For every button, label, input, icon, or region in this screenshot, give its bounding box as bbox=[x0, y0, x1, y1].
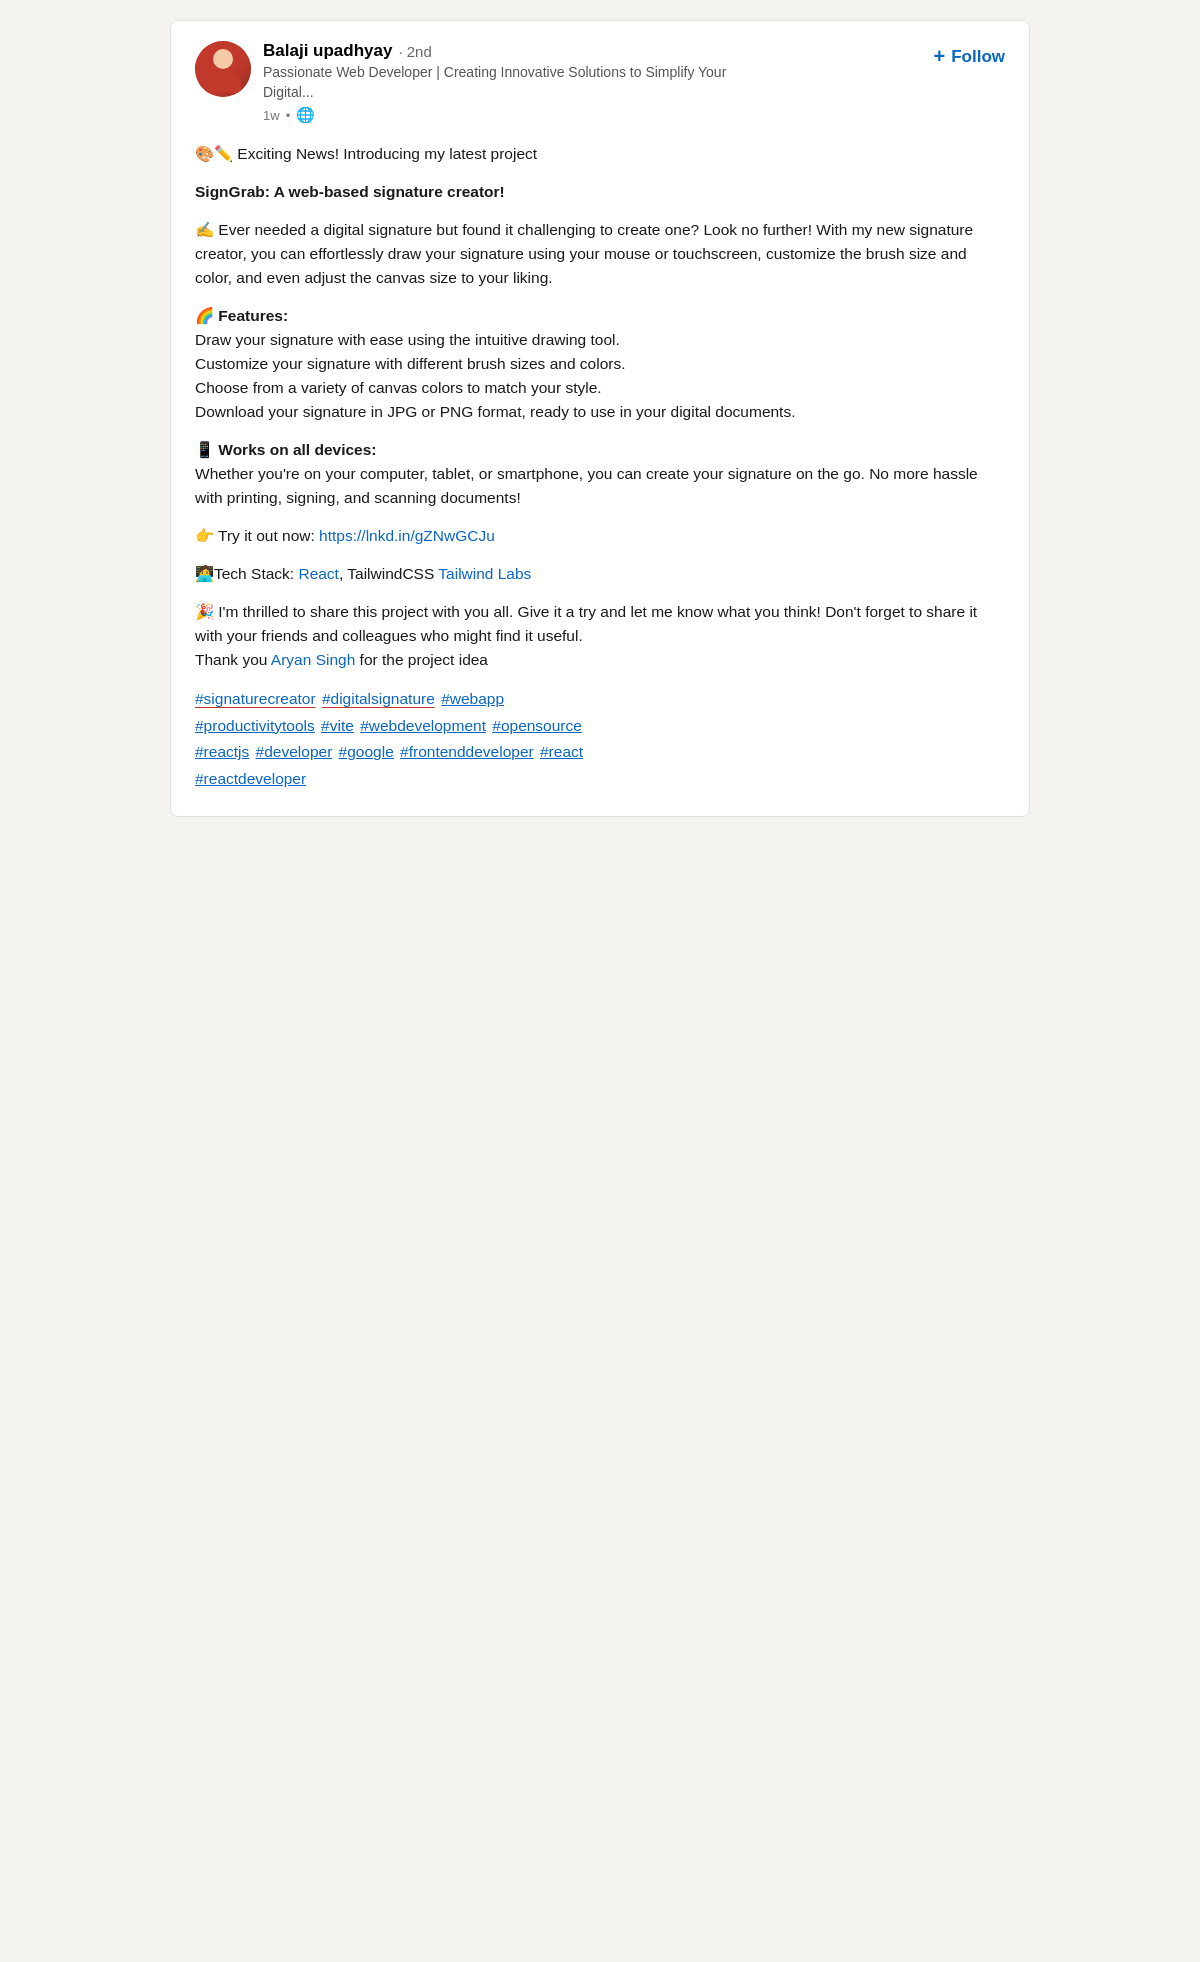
closing-text: 🎉 I'm thrilled to share this project wit… bbox=[195, 603, 977, 644]
user-headline: Passionate Web Developer | Creating Inno… bbox=[263, 63, 743, 102]
user-details: Balaji upadhyay · 2nd Passionate Web Dev… bbox=[263, 41, 743, 124]
devices-text: Whether you're on your computer, tablet,… bbox=[195, 465, 978, 506]
name-line: Balaji upadhyay · 2nd bbox=[263, 41, 743, 61]
feature-4: Download your signature in JPG or PNG fo… bbox=[195, 403, 795, 420]
hashtag-react[interactable]: #react bbox=[540, 743, 583, 760]
project-name-line: SignGrab: A web-based signature creator! bbox=[195, 180, 1005, 204]
devices-header: 📱 Works on all devices: bbox=[195, 441, 377, 458]
description-paragraph: ✍️ Ever needed a digital signature but f… bbox=[195, 218, 1005, 290]
feature-1: Draw your signature with ease using the … bbox=[195, 331, 620, 348]
avatar[interactable] bbox=[195, 41, 251, 97]
hashtag-signaturecreator[interactable]: #signaturecreator bbox=[195, 690, 316, 707]
aryan-singh-link[interactable]: Aryan Singh bbox=[271, 651, 355, 668]
try-line: 👉 Try it out now: https://lnkd.in/gZNwGC… bbox=[195, 524, 1005, 548]
intro-line: 🎨✏️ Exciting News! Introducing my latest… bbox=[195, 142, 1005, 166]
tech-stack-line: 🧑‍💻Tech Stack: React, TailwindCSS Tailwi… bbox=[195, 562, 1005, 586]
hashtag-webdevelopment[interactable]: #webdevelopment bbox=[360, 717, 486, 734]
hashtag-webapp[interactable]: #webapp bbox=[441, 690, 504, 707]
thank-you-prefix: Thank you bbox=[195, 651, 267, 668]
follow-plus-icon: + bbox=[933, 45, 945, 68]
meta-dot: • bbox=[286, 108, 291, 123]
avatar-image bbox=[195, 41, 251, 97]
hashtag-opensource[interactable]: #opensource bbox=[492, 717, 582, 734]
tech-middle: , TailwindCSS bbox=[339, 565, 434, 582]
post-card: Balaji upadhyay · 2nd Passionate Web Dev… bbox=[170, 20, 1030, 817]
hashtag-reactdeveloper[interactable]: #reactdeveloper bbox=[195, 770, 306, 787]
tech-label: 🧑‍💻Tech Stack: bbox=[195, 565, 294, 582]
closing-paragraph: 🎉 I'm thrilled to share this project wit… bbox=[195, 600, 1005, 672]
hashtag-digitalsignature[interactable]: #digitalsignature bbox=[322, 690, 435, 707]
hashtag-reactjs[interactable]: #reactjs bbox=[195, 743, 249, 760]
post-time: 1w bbox=[263, 108, 280, 123]
try-link[interactable]: https://lnkd.in/gZNwGCJu bbox=[319, 527, 495, 544]
react-link[interactable]: React bbox=[298, 565, 339, 582]
features-section: 🌈 Features: Draw your signature with eas… bbox=[195, 304, 1005, 424]
connection-degree: · 2nd bbox=[398, 43, 431, 60]
hashtag-vite[interactable]: #vite bbox=[321, 717, 354, 734]
post-header: Balaji upadhyay · 2nd Passionate Web Dev… bbox=[195, 41, 1005, 124]
hashtag-frontenddeveloper[interactable]: #frontenddeveloper bbox=[400, 743, 534, 760]
globe-icon: 🌐 bbox=[296, 106, 315, 124]
follow-label: Follow bbox=[951, 47, 1005, 67]
project-name: SignGrab: A web-based signature creator! bbox=[195, 183, 505, 200]
user-info-block: Balaji upadhyay · 2nd Passionate Web Dev… bbox=[195, 41, 743, 124]
tailwind-link[interactable]: Tailwind Labs bbox=[438, 565, 531, 582]
user-name[interactable]: Balaji upadhyay bbox=[263, 41, 392, 61]
try-label: 👉 Try it out now: bbox=[195, 527, 315, 544]
hashtags-block: #signaturecreator #digitalsignature #web… bbox=[195, 686, 1005, 791]
hashtag-google[interactable]: #google bbox=[339, 743, 394, 760]
post-meta: 1w • 🌐 bbox=[263, 106, 743, 124]
follow-button[interactable]: + Follow bbox=[933, 41, 1005, 72]
hashtag-developer[interactable]: #developer bbox=[256, 743, 333, 760]
post-content: 🎨✏️ Exciting News! Introducing my latest… bbox=[195, 142, 1005, 792]
hashtag-productivitytools[interactable]: #productivitytools bbox=[195, 717, 315, 734]
feature-3: Choose from a variety of canvas colors t… bbox=[195, 379, 602, 396]
features-header: 🌈 Features: bbox=[195, 307, 288, 324]
devices-section: 📱 Works on all devices: Whether you're o… bbox=[195, 438, 1005, 510]
feature-2: Customize your signature with different … bbox=[195, 355, 625, 372]
thank-you-suffix: for the project idea bbox=[360, 651, 488, 668]
